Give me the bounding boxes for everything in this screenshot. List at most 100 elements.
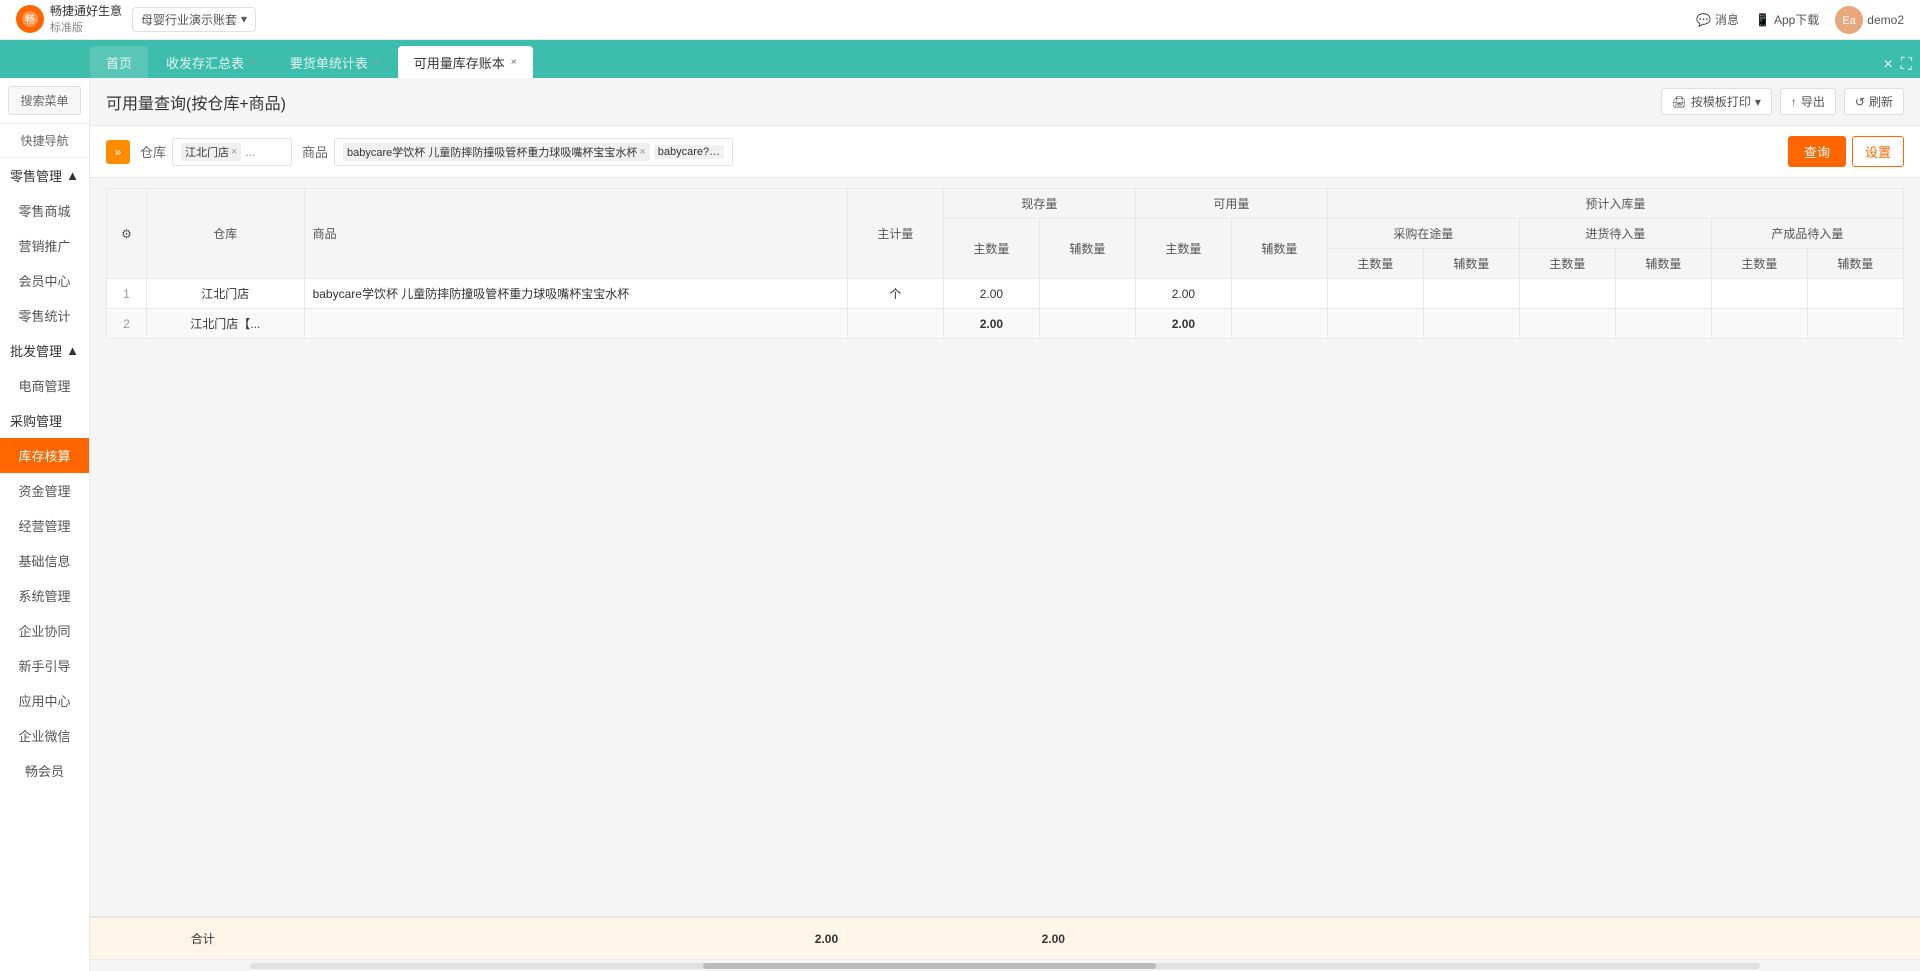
warehouse-ellipsis[interactable]: ...: [245, 145, 255, 159]
sidebar-section-wholesale[interactable]: 批发管理 ▲: [0, 333, 89, 368]
page-header: 可用量查询(按仓库+商品) 🖨 按模板打印 ▾ ↑ 导出 ↺ 刷新: [90, 78, 1920, 126]
footer-production-aux: [1790, 924, 1904, 953]
settings-button[interactable]: 设置: [1852, 136, 1904, 167]
row-1-incoming-aux: [1615, 279, 1711, 309]
tab-home[interactable]: 首页: [90, 46, 148, 78]
query-button[interactable]: 查询: [1788, 136, 1846, 167]
page-actions: 🖨 按模板打印 ▾ ↑ 导出 ↺ 刷新: [1661, 88, 1904, 115]
avatar: Ea: [1835, 6, 1863, 34]
col-incoming-header: 预计入库量: [1327, 189, 1903, 219]
message-button[interactable]: 💬 消息: [1696, 11, 1739, 28]
row-2-unit: [847, 309, 943, 339]
col-settings[interactable]: ⚙: [107, 189, 147, 279]
row-2-available-aux: [1231, 309, 1327, 339]
logo-area: 畅 畅捷通好生意 标准版: [16, 4, 122, 34]
tab-receive-summary-label: 收发存汇总表: [166, 53, 244, 72]
sidebar-item-ecommerce[interactable]: 电商管理: [0, 368, 89, 403]
sidebar-item-member[interactable]: 会员中心: [0, 263, 89, 298]
horizontal-scrollbar[interactable]: [90, 959, 1920, 971]
footer-label: 合计: [146, 924, 259, 953]
app-download-button[interactable]: 📱 App下载: [1755, 11, 1819, 28]
sidebar-item-app-center[interactable]: 应用中心: [0, 683, 89, 718]
sidebar-section-retail[interactable]: 零售管理 ▲: [0, 158, 89, 193]
row-2-current-main: 2.00: [943, 309, 1039, 339]
sidebar-section-wholesale-label: 批发管理: [10, 341, 62, 360]
col-current-main: 主数量: [943, 219, 1039, 279]
sidebar-item-enterprise[interactable]: 企业协同: [0, 613, 89, 648]
sidebar-section-purchase[interactable]: 采购管理: [0, 403, 89, 438]
tab-available-stock-close[interactable]: ×: [511, 57, 517, 68]
nav-tabs-actions: × ⛶: [1883, 56, 1920, 78]
tab-receive-summary[interactable]: 收发存汇总表 ×: [150, 46, 272, 78]
footer-current-main: 2.00: [770, 924, 883, 953]
export-label: 导出: [1801, 93, 1825, 110]
refresh-button[interactable]: ↺ 刷新: [1844, 88, 1904, 115]
col-warehouse-header: 仓库: [147, 189, 305, 279]
warehouse-input[interactable]: 江北门店 × ...: [172, 138, 292, 166]
sidebar-item-stock[interactable]: 库存核算: [0, 438, 89, 473]
filter-expand-button[interactable]: »: [106, 140, 130, 164]
filter-bar: » 仓库 江北门店 × ... 商品 babycare学饮杯 儿童防摔防撞吸管杯…: [90, 126, 1920, 178]
print-chevron: ▾: [1755, 95, 1761, 109]
user-area[interactable]: Ea demo2: [1835, 6, 1904, 34]
tab-close-button[interactable]: ×: [1883, 56, 1892, 74]
print-label: 按模板打印: [1691, 93, 1751, 110]
product-tag-1-close[interactable]: ×: [639, 146, 645, 158]
footer-production-main: [1677, 924, 1790, 953]
scroll-thumb[interactable]: [703, 963, 1156, 969]
footer-current-aux: [883, 924, 996, 953]
sidebar-item-basics[interactable]: 基础信息: [0, 543, 89, 578]
footer-purchase-main: [1223, 924, 1336, 953]
col-available-header: 可用量: [1135, 189, 1327, 219]
data-table: ⚙ 仓库 商品 主计量 现存量 可用量 预计入库量 主数量 辅数量 主数量 辅数…: [106, 188, 1904, 339]
print-button[interactable]: 🖨 按模板打印 ▾: [1661, 88, 1772, 115]
tab-order-stats-close[interactable]: ×: [374, 57, 380, 68]
quick-nav-button[interactable]: 快捷导航: [0, 124, 89, 158]
logo-icon: 畅: [16, 5, 44, 33]
sidebar-item-operations[interactable]: 经营管理: [0, 508, 89, 543]
warehouse-label: 仓库: [140, 142, 166, 161]
row-2-warehouse: 江北门店【...: [147, 309, 305, 339]
tab-order-stats[interactable]: 要货单统计表 ×: [274, 46, 396, 78]
logo-sub: 标准版: [50, 19, 122, 35]
footer-product-empty: [259, 924, 684, 953]
col-purchase-in-aux: 辅数量: [1615, 249, 1711, 279]
nav-tabs: 首页 收发存汇总表 × 要货单统计表 × 可用量库存账本 × × ⛶: [0, 40, 1920, 78]
sidebar-item-system[interactable]: 系统管理: [0, 578, 89, 613]
sidebar-item-member2[interactable]: 畅会员: [0, 753, 89, 788]
row-1-production-aux: [1807, 279, 1903, 309]
tab-maximize-button[interactable]: ⛶: [1901, 56, 1912, 74]
product-filter: 商品 babycare学饮杯 儿童防摔防撞吸管杯重力球吸嘴杯宝宝水杯 × bab…: [302, 138, 733, 166]
row-2-incoming-aux: [1615, 309, 1711, 339]
warehouse-tag-close[interactable]: ×: [231, 146, 237, 158]
row-2-available-main: 2.00: [1135, 309, 1231, 339]
industry-selector[interactable]: 母婴行业演示账套 ▾: [132, 7, 256, 32]
sidebar-item-marketing[interactable]: 营销推广: [0, 228, 89, 263]
export-button[interactable]: ↑ 导出: [1780, 88, 1836, 115]
row-1-production-main: [1711, 279, 1807, 309]
row-2-production-main: [1711, 309, 1807, 339]
col-purchase-onway-main: 主数量: [1327, 249, 1423, 279]
search-menu-button[interactable]: 搜索菜单: [8, 86, 81, 115]
row-2-incoming-main: [1519, 309, 1615, 339]
sidebar-item-retail-stats[interactable]: 零售统计: [0, 298, 89, 333]
sidebar-item-finance[interactable]: 资金管理: [0, 473, 89, 508]
row-2-current-aux: [1039, 309, 1135, 339]
chevron-down-icon: ▾: [241, 12, 247, 26]
row-2-product: [304, 309, 847, 339]
tab-available-stock[interactable]: 可用量库存账本 ×: [398, 46, 533, 78]
col-available-main: 主数量: [1135, 219, 1231, 279]
scroll-track: [250, 963, 1760, 969]
col-current-aux: 辅数量: [1039, 219, 1135, 279]
col-product-header: 商品: [304, 189, 847, 279]
product-tag-1-value: babycare学饮杯 儿童防摔防撞吸管杯重力球吸嘴杯宝宝水杯: [347, 144, 637, 160]
logo-text: 畅捷通好生意: [50, 4, 122, 18]
product-input[interactable]: babycare学饮杯 儿童防摔防撞吸管杯重力球吸嘴杯宝宝水杯 × babyca…: [334, 138, 733, 166]
warehouse-filter: 仓库 江北门店 × ...: [140, 138, 292, 166]
footer-incoming-main: [1450, 924, 1563, 953]
sidebar-item-retail-mall[interactable]: 零售商城: [0, 193, 89, 228]
message-label: 消息: [1715, 11, 1739, 28]
sidebar-item-newbie[interactable]: 新手引导: [0, 648, 89, 683]
tab-receive-summary-close[interactable]: ×: [250, 57, 256, 68]
sidebar-item-wechat[interactable]: 企业微信: [0, 718, 89, 753]
